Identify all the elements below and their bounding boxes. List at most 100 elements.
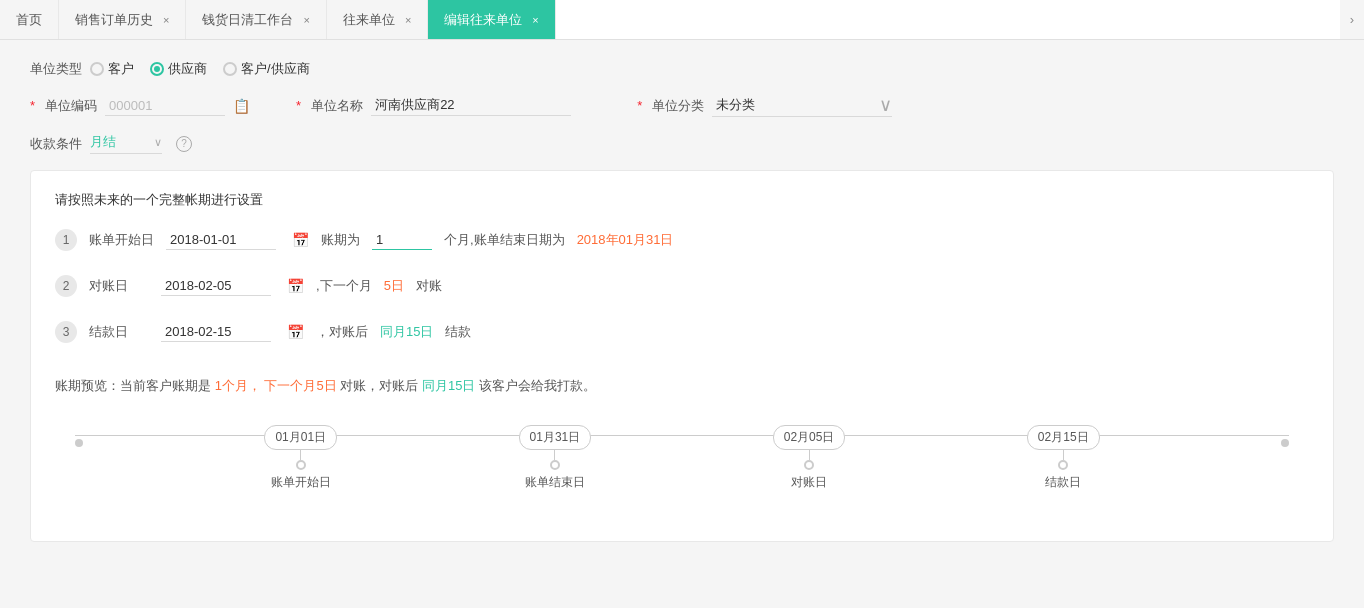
tab-cash-ledger-label: 钱货日清工作台 [202,11,293,29]
step-row-1: 1 账单开始日 📅 账期为 个月,账单结束日期为 2018年01月31日 [55,229,1309,251]
timeline-point-4: 02月15日 结款日 [1027,425,1100,491]
unit-classify-required: * [637,98,642,113]
timeline-badge-3: 02月05日 [773,425,846,450]
radio-customer-label: 客户 [108,60,134,78]
step-label-2: 对账日 [89,277,149,295]
close-partner-units-tab[interactable]: × [405,14,411,26]
timeline-circle-1 [296,460,306,470]
step-3-highlight-text: 同月15日 [380,323,433,341]
payment-terms-value: 月结 [90,133,150,151]
timeline-label-1: 账单开始日 [271,474,331,491]
step-1-highlight-date: 2018年01月31日 [577,231,674,249]
tab-bar: 首页 销售订单历史 × 钱货日清工作台 × 往来单位 × 编辑往来单位 × › [0,0,1364,40]
radio-customer[interactable]: 客户 [90,60,134,78]
close-sales-order-tab[interactable]: × [163,14,169,26]
radio-supplier-circle [150,62,164,76]
timeline-label-4: 结款日 [1045,474,1081,491]
timeline-circle-3 [804,460,814,470]
step-2-highlight-day: 5日 [384,277,404,295]
step-2-calendar-icon[interactable]: 📅 [287,278,304,294]
step-1-period-unit: 个月,账单结束日期为 [444,231,565,249]
tab-home[interactable]: 首页 [0,0,59,39]
unit-name-required: * [296,98,301,113]
unit-name-label: 单位名称 [311,97,363,115]
settings-title: 请按照未来的一个完整帐期进行设置 [55,191,1309,209]
timeline-circle-4 [1058,460,1068,470]
timeline-label-2: 账单结束日 [525,474,585,491]
unit-classify-wrapper: 未分类 ∨ [712,94,892,117]
step-label-3: 结款日 [89,323,149,341]
unit-type-radio-group: 客户 供应商 客户/供应商 [90,60,310,78]
preview-part3: 同月15日 [422,378,475,393]
tab-edit-partner-unit[interactable]: 编辑往来单位 × [428,0,555,39]
unit-type-row: 单位类型 客户 供应商 客户/供应商 [30,60,1334,78]
step-number-3: 3 [55,321,77,343]
timeline-left-edge [75,439,83,447]
tab-home-label: 首页 [16,11,42,29]
timeline-label-3: 对账日 [791,474,827,491]
timeline-left-dot [75,439,83,447]
payment-terms-label: 收款条件 [30,135,82,153]
step-2-date-input[interactable] [161,276,271,296]
radio-supplier-label: 供应商 [168,60,207,78]
close-edit-partner-tab[interactable]: × [532,14,538,26]
step-3-date-input[interactable] [161,322,271,342]
timeline-point-1: 01月01日 账单开始日 [264,425,337,491]
unit-type-label: 单位类型 [30,60,82,78]
radio-customer-supplier-label: 客户/供应商 [241,60,310,78]
radio-customer-circle [90,62,104,76]
unit-code-input[interactable] [105,96,225,116]
timeline-right-dot [1281,439,1289,447]
radio-supplier[interactable]: 供应商 [150,60,207,78]
tab-partner-units[interactable]: 往来单位 × [327,0,428,39]
unit-name-input[interactable] [371,96,571,116]
timeline-badge-1: 01月01日 [264,425,337,450]
step-2-suffix-text: ,下一个月 [316,277,372,295]
step-1-calendar-icon[interactable]: 📅 [292,232,309,248]
timeline-right-edge [1281,439,1289,447]
unit-info-row: * 单位编码 📋 * 单位名称 * 单位分类 未分类 ∨ [30,94,1334,117]
unit-classify-arrow[interactable]: ∨ [879,94,892,116]
radio-customer-supplier[interactable]: 客户/供应商 [223,60,310,78]
step-3-comma: ，对账后 [316,323,368,341]
step-row-2: 2 对账日 📅 ,下一个月 5日 对账 [55,275,1309,297]
preview-suffix: 该客户会给我打款。 [479,378,596,393]
close-cash-ledger-tab[interactable]: × [303,14,309,26]
unit-code-required: * [30,98,35,113]
unit-classify-label: 单位分类 [652,97,704,115]
timeline-points: 01月01日 账单开始日 01月31日 账单结束日 02月05日 [75,425,1289,491]
settings-box: 请按照未来的一个完整帐期进行设置 1 账单开始日 📅 账期为 个月,账单结束日期… [30,170,1334,542]
step-1-mid-text: 账期为 [321,231,360,249]
step-2-after-text: 对账 [416,277,442,295]
payment-terms-row: 收款条件 月结 ∨ ? [30,133,1334,154]
radio-customer-supplier-circle [223,62,237,76]
help-icon[interactable]: ? [176,136,192,152]
main-content: 单位类型 客户 供应商 客户/供应商 * 单位编码 📋 * 单位名称 * [0,40,1364,562]
timeline-badge-2: 01月31日 [519,425,592,450]
tab-more-arrow[interactable]: › [1340,0,1364,39]
tab-cash-ledger[interactable]: 钱货日清工作台 × [186,0,326,39]
timeline-badge-4: 02月15日 [1027,425,1100,450]
step-1-date-input[interactable] [166,230,276,250]
preview-row: 账期预览：当前客户账期是 1个月， 下一个月5日 对账，对账后 同月15日 该客… [55,367,1309,415]
step-number-2: 2 [55,275,77,297]
timeline-point-3: 02月05日 对账日 [773,425,846,491]
preview-mid: 对账，对账后 [340,378,418,393]
payment-terms-select[interactable]: 月结 ∨ [90,133,162,154]
step-1-period-input[interactable] [372,230,432,250]
unit-classify-value: 未分类 [712,94,879,116]
step-3-end-text: 结款 [445,323,471,341]
step-number-1: 1 [55,229,77,251]
tab-sales-order-label: 销售订单历史 [75,11,153,29]
preview-part2: 下一个月5日 [264,378,336,393]
payment-terms-dropdown-arrow[interactable]: ∨ [154,136,162,149]
step-3-calendar-icon[interactable]: 📅 [287,324,304,340]
unit-code-label: 单位编码 [45,97,97,115]
timeline: 01月01日 账单开始日 01月31日 账单结束日 02月05日 [75,415,1289,521]
tab-edit-partner-label: 编辑往来单位 [444,11,522,29]
step-label-1: 账单开始日 [89,231,154,249]
tab-partner-units-label: 往来单位 [343,11,395,29]
unit-code-calendar-icon[interactable]: 📋 [233,98,250,114]
tab-sales-order-history[interactable]: 销售订单历史 × [59,0,186,39]
preview-prefix: 账期预览：当前客户账期是 [55,378,211,393]
